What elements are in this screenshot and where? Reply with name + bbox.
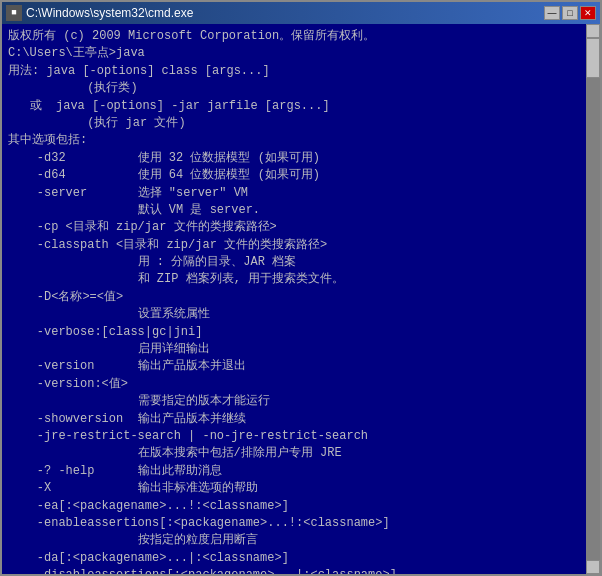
console-line: -disableassertions[:<packagename>...!:<c… [8, 567, 594, 574]
scroll-up-button[interactable]: ▲ [586, 24, 600, 38]
console-line: -server 选择 "server" VM [8, 185, 594, 202]
console-output: 版权所有 (c) 2009 Microsoft Corporation。保留所有… [8, 28, 594, 574]
console-body: 版权所有 (c) 2009 Microsoft Corporation。保留所有… [2, 24, 600, 574]
console-line: -showversion 输出产品版本并继续 [8, 411, 594, 428]
window: ■ C:\Windows\system32\cmd.exe — □ ✕ 版权所有… [0, 0, 602, 576]
console-line: 默认 VM 是 server. [8, 202, 594, 219]
title-bar: ■ C:\Windows\system32\cmd.exe — □ ✕ [2, 2, 600, 24]
console-line: -d64 使用 64 位数据模型 (如果可用) [8, 167, 594, 184]
console-line: -jre-restrict-search | -no-jre-restrict-… [8, 428, 594, 445]
console-line: -da[:<packagename>...|:<classname>] [8, 550, 594, 567]
maximize-button[interactable]: □ [562, 6, 578, 20]
console-line: -version:<值> [8, 376, 594, 393]
console-line: 按指定的粒度启用断言 [8, 532, 594, 549]
title-buttons: — □ ✕ [544, 6, 596, 20]
console-line: 用法: java [-options] class [args...] [8, 63, 594, 80]
console-line: -d32 使用 32 位数据模型 (如果可用) [8, 150, 594, 167]
console-line: 版权所有 (c) 2009 Microsoft Corporation。保留所有… [8, 28, 594, 45]
console-line: -ea[:<packagename>...!:<classname>] [8, 498, 594, 515]
console-line: -enableassertions[:<packagename>...!:<cl… [8, 515, 594, 532]
console-line: (执行 jar 文件) [8, 115, 594, 132]
console-line: 和 ZIP 档案列表, 用于搜索类文件。 [8, 271, 594, 288]
console-line: (执行类) [8, 80, 594, 97]
cmd-icon: ■ [6, 5, 22, 21]
console-line: -version 输出产品版本并退出 [8, 358, 594, 375]
console-line: C:\Users\王亭点>java [8, 45, 594, 62]
console-line: 用 : 分隔的目录、JAR 档案 [8, 254, 594, 271]
console-line: 其中选项包括: [8, 132, 594, 149]
console-line: -D<名称>=<值> [8, 289, 594, 306]
console-line: -verbose:[class|gc|jni] [8, 324, 594, 341]
console-line: 在版本搜索中包括/排除用户专用 JRE [8, 445, 594, 462]
console-line: -X 输出非标准选项的帮助 [8, 480, 594, 497]
console-line: -cp <目录和 zip/jar 文件的类搜索路径> [8, 219, 594, 236]
console-line: -classpath <目录和 zip/jar 文件的类搜索路径> [8, 237, 594, 254]
scrollbar-thumb[interactable] [586, 38, 600, 78]
scrollbar[interactable]: ▲ ▼ [586, 24, 600, 574]
scroll-down-button[interactable]: ▼ [586, 560, 600, 574]
minimize-button[interactable]: — [544, 6, 560, 20]
console-line: -? -help 输出此帮助消息 [8, 463, 594, 480]
console-line: 启用详细输出 [8, 341, 594, 358]
window-title: C:\Windows\system32\cmd.exe [26, 6, 193, 20]
console-line: 或 java [-options] -jar jarfile [args...] [8, 98, 594, 115]
scrollbar-track[interactable] [586, 38, 600, 560]
console-line: 需要指定的版本才能运行 [8, 393, 594, 410]
title-bar-left: ■ C:\Windows\system32\cmd.exe [6, 5, 193, 21]
close-button[interactable]: ✕ [580, 6, 596, 20]
console-line: 设置系统属性 [8, 306, 594, 323]
